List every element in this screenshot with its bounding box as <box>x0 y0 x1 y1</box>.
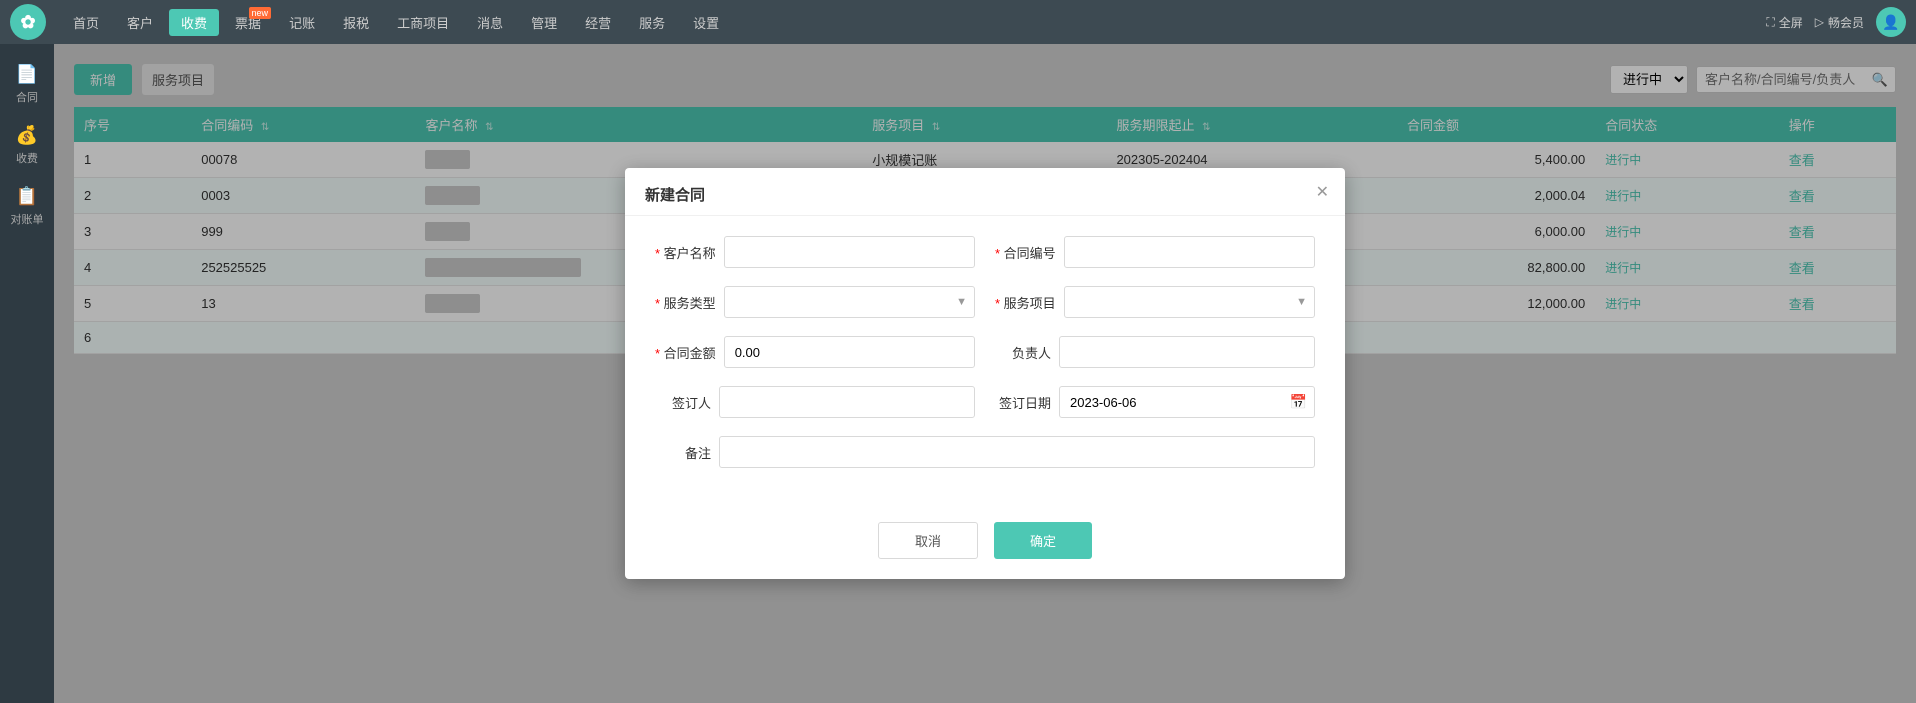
service-item-wrap: ▼ <box>1064 286 1315 318</box>
form-group-responsible: 负责人 <box>995 336 1315 368</box>
customer-name-input[interactable] <box>724 236 975 268</box>
nav-tax[interactable]: 报税 <box>331 9 381 36</box>
user-avatar[interactable]: 👤 <box>1876 7 1906 37</box>
form-group-signer: 签订人 <box>655 386 975 418</box>
remark-label: 备注 <box>655 443 711 462</box>
calendar-icon[interactable]: 📅 <box>1290 394 1307 411</box>
sidebar-item-billing-label: 收费 <box>16 150 38 166</box>
nav-customer[interactable]: 客户 <box>115 9 165 36</box>
service-type-wrap: ▼ <box>724 286 975 318</box>
modal-title: 新建合同 <box>625 168 1345 216</box>
form-group-sign-date: 签订日期 📅 <box>995 386 1315 418</box>
nav-message[interactable]: 消息 <box>465 9 515 36</box>
confirm-button[interactable]: 确定 <box>994 522 1092 559</box>
form-row-1: 客户名称 合同编号 <box>655 236 1315 268</box>
play-icon: ▷ <box>1815 15 1824 29</box>
contract-no-input[interactable] <box>1064 236 1315 268</box>
sign-date-label: 签订日期 <box>995 393 1051 412</box>
modal-body: 客户名称 合同编号 服务类型 ▼ 服务项目 <box>625 216 1345 506</box>
sidebar-item-billing[interactable]: 💰 收费 <box>0 115 54 176</box>
app-logo: ✿ <box>10 4 46 40</box>
sidebar: 📄 合同 💰 收费 📋 对账单 <box>0 44 54 703</box>
sidebar-item-statement[interactable]: 📋 对账单 <box>0 176 54 237</box>
contract-no-label: 合同编号 <box>995 243 1056 262</box>
form-group-service-type: 服务类型 ▼ <box>655 286 975 318</box>
contract-icon: 📄 <box>16 64 38 85</box>
fullscreen-icon: ⛶ <box>1766 15 1774 30</box>
right-tools: ⛶ 全屏 ▷ 畅会员 👤 <box>1766 7 1906 37</box>
nav-home[interactable]: 首页 <box>61 9 111 36</box>
form-row-5: 备注 <box>655 436 1315 468</box>
nav-bookkeeping[interactable]: 记账 <box>277 9 327 36</box>
form-group-contract-no: 合同编号 <box>995 236 1315 268</box>
responsible-label: 负责人 <box>995 343 1051 362</box>
amount-input[interactable] <box>724 336 975 368</box>
nav-invoice[interactable]: 票据 new <box>223 9 273 36</box>
service-type-select[interactable] <box>724 286 975 318</box>
billing-icon: 💰 <box>16 125 38 146</box>
nav-manage[interactable]: 管理 <box>519 9 569 36</box>
member-button[interactable]: ▷ 畅会员 <box>1815 14 1864 31</box>
fullscreen-button[interactable]: ⛶ 全屏 <box>1766 14 1802 31</box>
sidebar-item-contract-label: 合同 <box>16 89 38 105</box>
service-type-label: 服务类型 <box>655 293 716 312</box>
service-item-label: 服务项目 <box>995 293 1056 312</box>
sidebar-item-contract[interactable]: 📄 合同 <box>0 54 54 115</box>
remark-input[interactable] <box>719 436 1315 468</box>
signer-input[interactable] <box>719 386 975 418</box>
cancel-button[interactable]: 取消 <box>878 522 978 559</box>
new-contract-modal: 新建合同 ✕ 客户名称 合同编号 服务类型 ▼ <box>625 168 1345 579</box>
nav-billing[interactable]: 收费 <box>169 9 219 36</box>
fullscreen-label: 全屏 <box>1779 14 1803 31</box>
service-item-select[interactable] <box>1064 286 1315 318</box>
nav-business[interactable]: 工商项目 <box>385 9 461 36</box>
nav-settings[interactable]: 设置 <box>681 9 731 36</box>
form-row-2: 服务类型 ▼ 服务项目 ▼ <box>655 286 1315 318</box>
statement-icon: 📋 <box>16 186 38 207</box>
sign-date-input[interactable] <box>1059 386 1315 418</box>
nav-operation[interactable]: 经营 <box>573 9 623 36</box>
form-group-amount: 合同金额 <box>655 336 975 368</box>
modal-close-button[interactable]: ✕ <box>1316 182 1329 202</box>
member-label: 畅会员 <box>1828 14 1864 31</box>
nav-items: 首页 客户 收费 票据 new 记账 报税 工商项目 消息 管理 经营 服务 设… <box>61 9 1766 36</box>
form-group-customer: 客户名称 <box>655 236 975 268</box>
new-badge: new <box>249 7 272 19</box>
modal-footer: 取消 确定 <box>625 506 1345 579</box>
customer-name-label: 客户名称 <box>655 243 716 262</box>
signer-label: 签订人 <box>655 393 711 412</box>
amount-label: 合同金额 <box>655 343 716 362</box>
form-group-service-item: 服务项目 ▼ <box>995 286 1315 318</box>
modal-overlay: 新建合同 ✕ 客户名称 合同编号 服务类型 ▼ <box>54 44 1916 703</box>
form-row-4: 签订人 签订日期 📅 <box>655 386 1315 418</box>
sidebar-item-statement-label: 对账单 <box>11 211 44 227</box>
sign-date-wrap: 📅 <box>1059 386 1315 418</box>
form-row-3: 合同金额 负责人 <box>655 336 1315 368</box>
form-group-remark: 备注 <box>655 436 1315 468</box>
responsible-input[interactable] <box>1059 336 1315 368</box>
nav-service[interactable]: 服务 <box>627 9 677 36</box>
top-nav: ✿ 首页 客户 收费 票据 new 记账 报税 工商项目 消息 管理 经营 服务… <box>0 0 1916 44</box>
